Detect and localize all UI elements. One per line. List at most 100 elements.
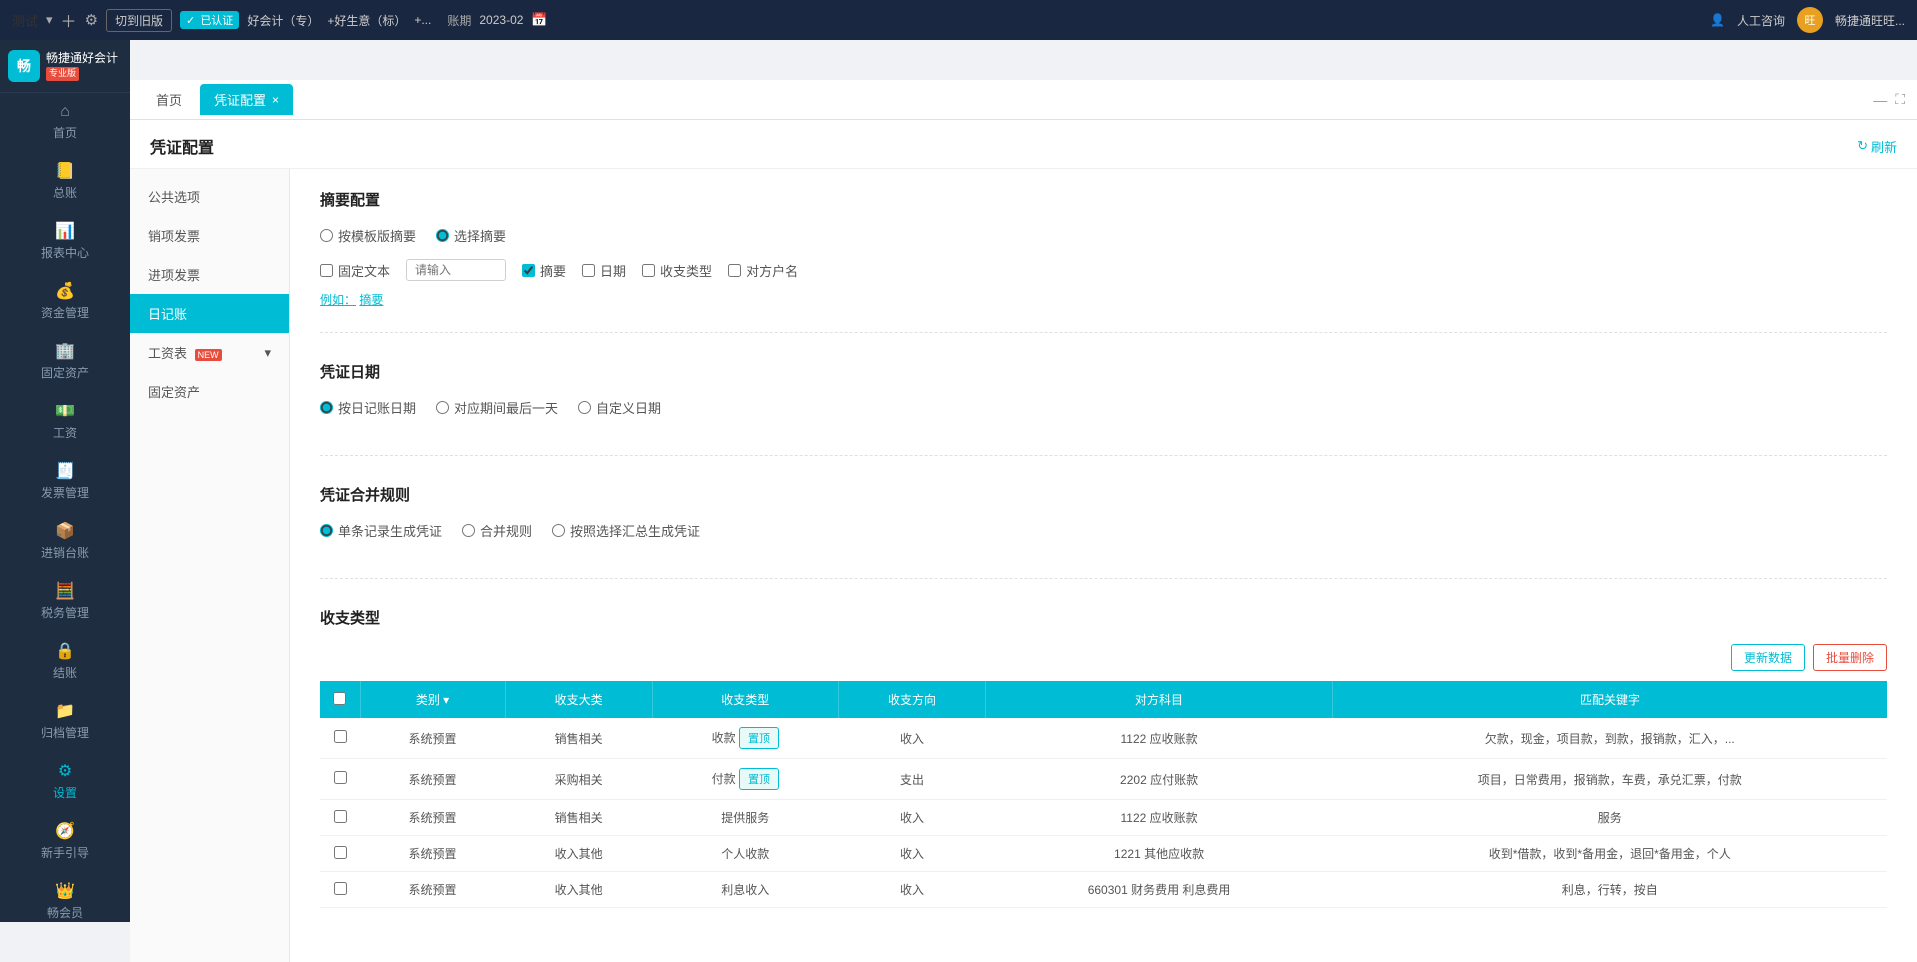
merge-rules-radio-group: 单条记录生成凭证 合并规则 按照选择汇总生成凭证 [320,521,1887,540]
radio-period-last[interactable]: 对应期间最后一天 [436,398,558,417]
tab-bar-actions: — ⛶ [1873,91,1905,108]
row-sub-type: 付款 置顶 [652,759,838,800]
sidebar-item-guide[interactable]: 🧭 新手引导 [0,811,130,871]
goodacc-badge-text: 好会计（专） [247,12,319,29]
pin-button[interactable]: 置顶 [739,727,779,749]
sidebar-item-tax[interactable]: 🧮 税务管理 [0,571,130,631]
tab-minimize-button[interactable]: — [1873,91,1887,108]
refresh-button[interactable]: ↻ 刷新 [1857,137,1897,156]
consult-icon: 👤 [1710,13,1725,27]
left-nav-item-public[interactable]: 公共选项 [130,177,289,216]
row-checkbox[interactable] [334,730,347,743]
switch-version-button[interactable]: 切到旧版 [106,9,172,32]
row-sub-type: 收款 置顶 [652,718,838,759]
table-row: 系统预置 销售相关 收款 置顶 收入 1122 应收账款 欠款，现金，项目款，到… [320,718,1887,759]
sidebar-item-settings[interactable]: ⚙ 设置 [0,751,130,811]
merge-rules-title: 凭证合并规则 [320,484,1887,505]
row-checkbox-cell[interactable] [320,718,360,759]
summary-example: 例如： 摘要 [320,291,1887,308]
tab-home[interactable]: 首页 [142,84,196,115]
checkbox-fixed-text[interactable]: 固定文本 [320,261,390,280]
sidebar-item-close[interactable]: 🔒 结账 [0,631,130,691]
certified-check-icon: ✓ [186,15,195,27]
home-icon: ⌂ [60,103,70,121]
row-sub-type: 提供服务 [652,800,838,836]
top-bar-title: 测试 [12,11,38,30]
sidebar-item-home[interactable]: ⌂ 首页 [0,93,130,151]
row-checkbox-cell[interactable] [320,872,360,908]
row-account: 1122 应收账款 [986,718,1333,759]
checkbox-counterpart[interactable]: 对方户名 [728,261,798,280]
row-checkbox-cell[interactable] [320,800,360,836]
radio-select-summary[interactable]: 选择摘要 [436,226,506,245]
left-nav-item-journal[interactable]: 日记账 [130,294,289,333]
row-checkbox[interactable] [334,771,347,784]
radio-single-record[interactable]: 单条记录生成凭证 [320,521,442,540]
radio-merge-rule[interactable]: 合并规则 [462,521,532,540]
row-category: 系统预置 [360,836,505,872]
select-all-checkbox[interactable] [333,692,346,705]
income-expense-table: 类别 ▾ 收支大类 收支类型 收支方向 对方科目 匹配关键字 系统预置 [320,681,1887,908]
radio-custom-date[interactable]: 自定义日期 [578,398,661,417]
top-bar-dropdown-icon[interactable]: ▾ [46,12,53,28]
sidebar-item-label: 总账 [53,184,77,201]
sidebar-item-reports[interactable]: 📊 报表中心 [0,211,130,271]
tab-maximize-button[interactable]: ⛶ [1895,91,1905,108]
page-title: 凭证配置 [150,134,214,158]
radio-journal-date[interactable]: 按日记账日期 [320,398,416,417]
sidebar-item-label: 首页 [53,124,77,141]
sidebar-item-label: 固定资产 [41,364,89,381]
fixed-text-input[interactable] [406,259,506,281]
update-data-button[interactable]: 更新数据 [1731,644,1805,671]
avatar[interactable]: 旺 [1797,7,1823,33]
radio-template-summary[interactable]: 按模板版摘要 [320,226,416,245]
row-checkbox-cell[interactable] [320,836,360,872]
table-row: 系统预置 采购相关 付款 置顶 支出 2202 应付账款 项目，日常费用，报销款… [320,759,1887,800]
th-direction: 收支方向 [838,681,985,718]
checkbox-pay-type[interactable]: 收支类型 [642,261,712,280]
summary-example-link[interactable]: 摘要 [359,293,383,307]
th-checkbox[interactable] [320,681,360,718]
sidebar-item-funds[interactable]: 💰 资金管理 [0,271,130,331]
row-keywords: 项目，日常费用，报销款，车费，承兑汇票，付款 [1333,759,1887,800]
row-category: 系统预置 [360,800,505,836]
table-row: 系统预置 收入其他 个人收款 收入 1221 其他应收款 收到*借款，收到*备用… [320,836,1887,872]
sidebar-item-assets[interactable]: 🏢 固定资产 [0,331,130,391]
sidebar-item-label: 设置 [53,784,77,801]
member-icon: 👑 [55,881,75,901]
top-bar-plus-icon[interactable]: ＋ [61,8,77,32]
row-checkbox[interactable] [334,882,347,895]
sidebar-item-ledger[interactable]: 📒 总账 [0,151,130,211]
row-checkbox[interactable] [334,810,347,823]
row-checkbox[interactable] [334,846,347,859]
checkbox-date[interactable]: 日期 [582,261,626,280]
sidebar-item-purchase[interactable]: 📦 进销台账 [0,511,130,571]
tab-close-icon[interactable]: × [272,93,279,107]
left-nav-item-fixed-assets[interactable]: 固定资产 [130,372,289,411]
sidebar-item-invoice-mgr[interactable]: 🧾 发票管理 [0,451,130,511]
calendar-icon[interactable]: 📅 [531,12,547,28]
user-name[interactable]: 畅捷通旺旺... [1835,12,1905,29]
table-row: 系统预置 收入其他 利息收入 收入 660301 财务费用 利息费用 利息，行转… [320,872,1887,908]
sidebar-item-label: 税务管理 [41,604,89,621]
tab-voucher-config[interactable]: 凭证配置 × [200,84,293,115]
sidebar-item-label: 畅会员 [47,904,83,921]
th-keywords: 匹配关键字 [1333,681,1887,718]
sidebar-item-label: 发票管理 [41,484,89,501]
period-value: 2023-02 [479,13,523,27]
tax-icon: 🧮 [55,581,75,601]
radio-select-summary-voucher[interactable]: 按照选择汇总生成凭证 [552,521,700,540]
tab-voucher-config-label: 凭证配置 [214,90,266,109]
consult-label[interactable]: 人工咨询 [1737,12,1785,29]
pin-button[interactable]: 置顶 [739,768,779,790]
sidebar-item-archive[interactable]: 📁 归档管理 [0,691,130,751]
row-checkbox-cell[interactable] [320,759,360,800]
checkbox-summary[interactable]: 摘要 [522,261,566,280]
left-nav-item-sales-invoice[interactable]: 销项发票 [130,216,289,255]
batch-delete-button[interactable]: 批量删除 [1813,644,1887,671]
left-nav-item-purchase-invoice[interactable]: 进项发票 [130,255,289,294]
left-nav-item-payroll[interactable]: 工资表 NEW ▾ [130,333,289,372]
sidebar-item-salary[interactable]: 💵 工资 [0,391,130,451]
row-keywords: 利息，行转，按自 [1333,872,1887,908]
top-bar-settings-icon[interactable]: ⚙ [85,11,98,29]
